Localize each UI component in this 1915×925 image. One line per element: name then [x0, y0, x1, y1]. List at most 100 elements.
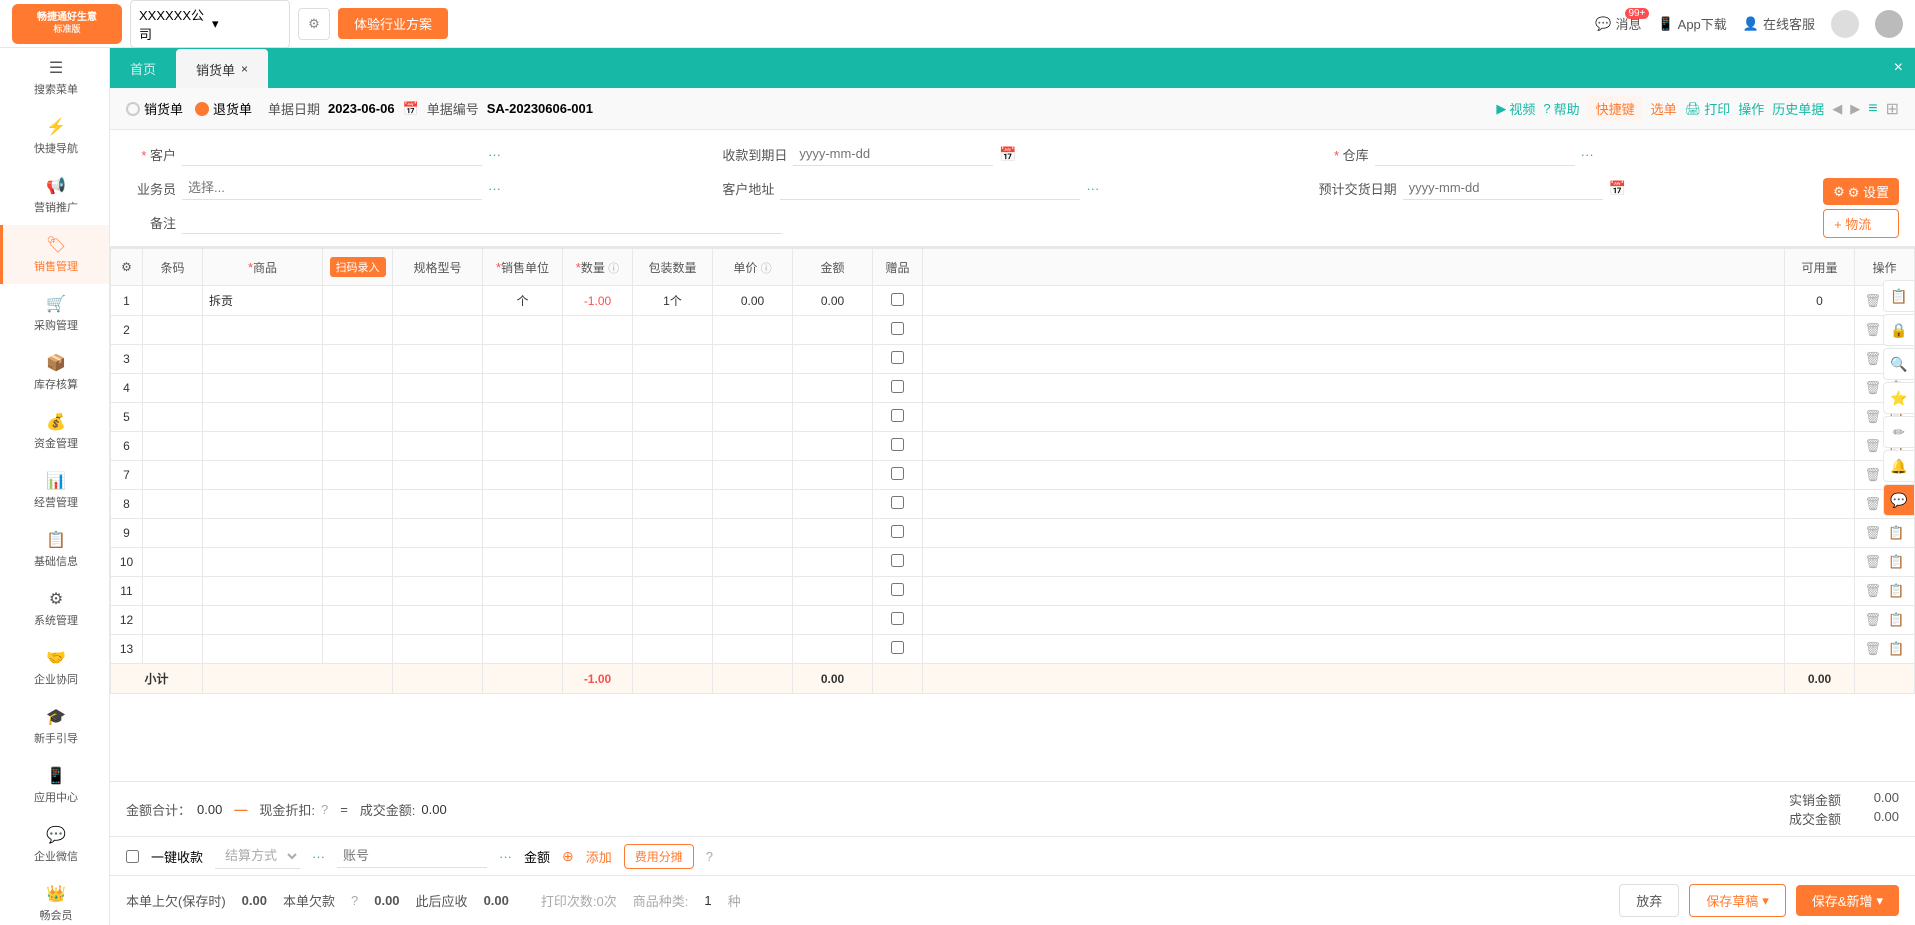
cell-pack-qty-6[interactable] [633, 432, 713, 461]
cell-product-1[interactable]: 拆贡 [203, 286, 323, 316]
help-circle-icon[interactable]: ? [321, 802, 328, 817]
radio-return[interactable]: 退货单 [195, 99, 252, 118]
cell-unit-4[interactable] [483, 374, 563, 403]
cell-pack-qty-1[interactable]: 1个 [633, 286, 713, 316]
cell-unit-price-1[interactable]: 0.00 [713, 286, 793, 316]
cell-pack-qty-5[interactable] [633, 403, 713, 432]
cell-spec-12[interactable] [393, 606, 483, 635]
copy-icon-10[interactable]: 📋 [1888, 554, 1904, 569]
cell-barcode-11[interactable] [143, 577, 203, 606]
cell-barcode-6[interactable] [143, 432, 203, 461]
history-button[interactable]: 历史单据 [1772, 99, 1824, 118]
cell-unit-9[interactable] [483, 519, 563, 548]
cell-product-10[interactable] [203, 548, 323, 577]
help-button[interactable]: ? 帮助 [1543, 99, 1579, 118]
save-new-button[interactable]: 保存&新增 ▾ [1796, 885, 1899, 916]
scan-btn[interactable]: 扫码录入 [330, 257, 386, 277]
cell-amount-9[interactable] [793, 519, 873, 548]
cell-barcode-8[interactable] [143, 490, 203, 519]
gift-checkbox-10[interactable] [891, 554, 904, 567]
gift-checkbox-5[interactable] [891, 409, 904, 422]
col-settings[interactable]: ⚙ [111, 249, 143, 286]
cell-pack-qty-10[interactable] [633, 548, 713, 577]
cell-product-5[interactable] [203, 403, 323, 432]
gift-checkbox-2[interactable] [891, 322, 904, 335]
gift-checkbox-9[interactable] [891, 525, 904, 538]
cell-qty-6[interactable] [563, 432, 633, 461]
salesperson-dots[interactable]: ··· [488, 181, 501, 196]
cell-gift-9[interactable] [873, 519, 923, 548]
nav-next-icon[interactable]: ▶ [1850, 101, 1860, 117]
cell-unit-price-5[interactable] [713, 403, 793, 432]
cell-product-3[interactable] [203, 345, 323, 374]
cell-amount-3[interactable] [793, 345, 873, 374]
list-view-icon[interactable]: ≡ [1868, 100, 1877, 118]
settings-button[interactable]: ⚙ ⚙ 设置 [1823, 178, 1899, 205]
video-button[interactable]: ▶ 视频 [1496, 99, 1535, 118]
delete-icon-10[interactable]: 🗑 [1864, 554, 1881, 569]
sidebar-item-marketing[interactable]: 📢 营销推广 [0, 166, 109, 225]
delete-icon-13[interactable]: 🗑 [1864, 641, 1881, 656]
gift-checkbox-12[interactable] [891, 612, 904, 625]
cell-gift-13[interactable] [873, 635, 923, 664]
cell-unit-price-11[interactable] [713, 577, 793, 606]
trial-button[interactable]: 体验行业方案 [338, 8, 448, 39]
sidebar-item-appstore[interactable]: 📱 应用中心 [0, 756, 109, 815]
gift-checkbox-11[interactable] [891, 583, 904, 596]
copy-icon-12[interactable]: 📋 [1888, 612, 1904, 627]
copy-icon-13[interactable]: 📋 [1888, 641, 1904, 656]
cell-unit-price-6[interactable] [713, 432, 793, 461]
nav-prev-icon[interactable]: ◀ [1832, 101, 1842, 117]
cell-amount-2[interactable] [793, 316, 873, 345]
expense-help-icon[interactable]: ? [706, 849, 713, 864]
cell-qty-3[interactable] [563, 345, 633, 374]
cell-qty-10[interactable] [563, 548, 633, 577]
sidebar-item-search[interactable]: ☰ 搜索菜单 [0, 48, 109, 107]
cell-pack-qty-13[interactable] [633, 635, 713, 664]
rfp-btn-orange[interactable]: 💬 [1883, 484, 1915, 516]
cell-unit-1[interactable]: 个 [483, 286, 563, 316]
cell-amount-11[interactable] [793, 577, 873, 606]
delete-icon-6[interactable]: 🗑 [1864, 438, 1881, 453]
customer-dots[interactable]: ··· [488, 147, 501, 162]
cell-unit-price-3[interactable] [713, 345, 793, 374]
customer-address-input[interactable] [780, 176, 1080, 200]
cell-gift-4[interactable] [873, 374, 923, 403]
cell-barcode-13[interactable] [143, 635, 203, 664]
delete-icon-2[interactable]: 🗑 [1864, 322, 1881, 337]
settings-icon[interactable]: ⚙ [298, 8, 330, 40]
cell-spec-2[interactable] [393, 316, 483, 345]
method-dots[interactable]: ··· [312, 849, 325, 864]
cell-product-6[interactable] [203, 432, 323, 461]
cell-qty-13[interactable] [563, 635, 633, 664]
cell-qty-5[interactable] [563, 403, 633, 432]
gift-checkbox-13[interactable] [891, 641, 904, 654]
rfp-btn-3[interactable]: 🔍 [1883, 348, 1915, 380]
cell-barcode-1[interactable] [143, 286, 203, 316]
delete-icon-9[interactable]: 🗑 [1864, 525, 1881, 540]
cell-qty-2[interactable] [563, 316, 633, 345]
cell-product-8[interactable] [203, 490, 323, 519]
cell-amount-13[interactable] [793, 635, 873, 664]
due-date-calendar-icon[interactable]: 📅 [999, 146, 1016, 163]
sidebar-item-quicknav[interactable]: ⚡ 快捷导航 [0, 107, 109, 166]
avatar[interactable] [1831, 10, 1859, 38]
cell-unit-5[interactable] [483, 403, 563, 432]
delete-icon-1[interactable]: 🗑 [1864, 293, 1881, 308]
save-draft-button[interactable]: 保存草稿 ▾ [1689, 884, 1786, 917]
cell-gift-5[interactable] [873, 403, 923, 432]
cell-pack-qty-3[interactable] [633, 345, 713, 374]
delete-icon-5[interactable]: 🗑 [1864, 409, 1881, 424]
cell-amount-1[interactable]: 0.00 [793, 286, 873, 316]
avatar-extra[interactable] [1875, 10, 1903, 38]
cell-unit-price-9[interactable] [713, 519, 793, 548]
cell-qty-1[interactable]: -1.00 [563, 286, 633, 316]
sidebar-item-system[interactable]: ⚙ 系统管理 [0, 579, 109, 638]
cell-amount-7[interactable] [793, 461, 873, 490]
cell-spec-11[interactable] [393, 577, 483, 606]
cell-pack-qty-9[interactable] [633, 519, 713, 548]
rfp-btn-5[interactable]: ✏ [1883, 416, 1915, 448]
gift-checkbox-7[interactable] [891, 467, 904, 480]
app-download-button[interactable]: 📱 App下载 [1657, 14, 1726, 33]
tab-home[interactable]: 首页 [110, 48, 176, 88]
